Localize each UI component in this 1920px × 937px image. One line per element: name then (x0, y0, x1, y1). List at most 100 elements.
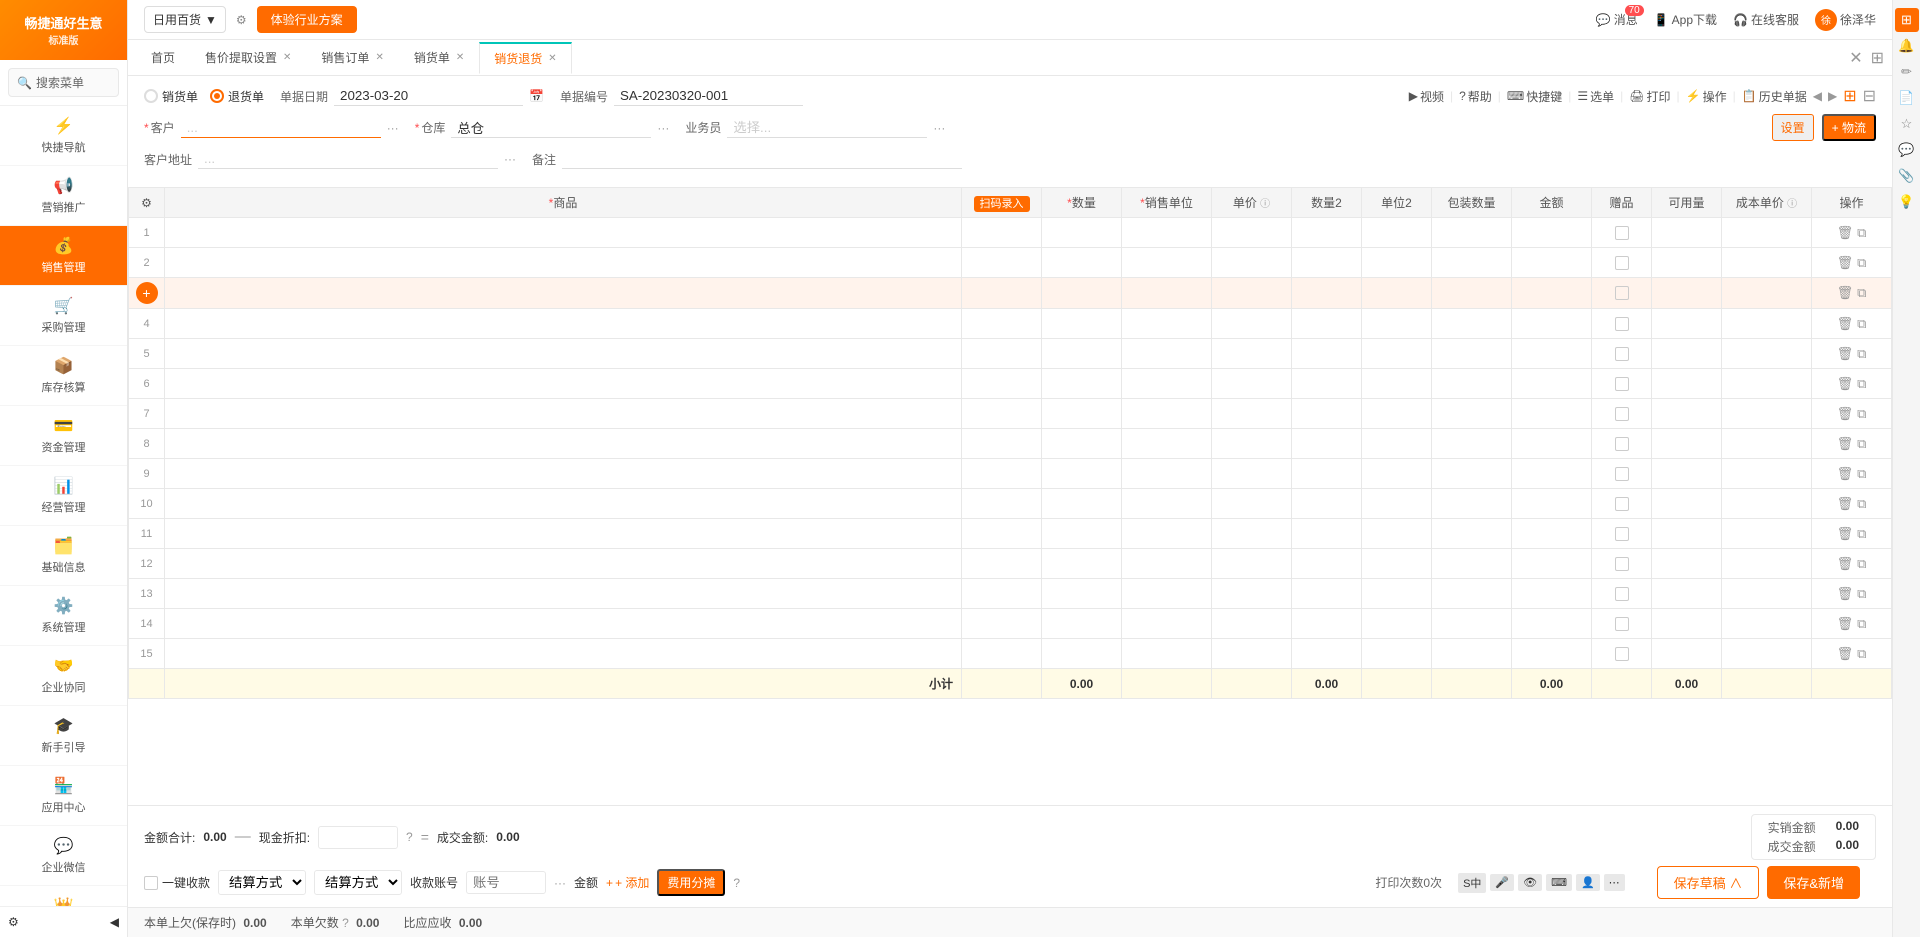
delete-icon[interactable]: 🗑 (1837, 285, 1854, 301)
save-new-button[interactable]: 保存&新增 (1767, 866, 1860, 899)
delete-icon[interactable]: 🗑 (1837, 436, 1854, 452)
sidebar-item-enterprise[interactable]: 🤝 企业协同 (0, 646, 127, 706)
logistics-button[interactable]: + 物流 (1822, 114, 1876, 141)
salesperson-input[interactable] (727, 118, 927, 138)
addr-more-icon[interactable]: ··· (504, 152, 516, 166)
sidebar-item-appstore[interactable]: 🏪 应用中心 (0, 766, 127, 826)
help-icon[interactable]: ? (406, 830, 413, 844)
select-btn[interactable]: ☰ 选单 (1577, 88, 1614, 105)
right-panel-bell-icon[interactable]: 🔔 (1895, 34, 1919, 58)
video-btn[interactable]: ▶ 视频 (1409, 88, 1444, 105)
shortcut-btn[interactable]: ⌨ 快捷键 (1507, 88, 1562, 105)
gift-checkbox[interactable] (1615, 407, 1629, 421)
product-cell[interactable] (165, 248, 962, 278)
radio-sales-delivery[interactable]: 销货单 (144, 88, 198, 105)
salesperson-more-icon[interactable]: ··· (933, 121, 945, 135)
copy-icon[interactable]: ⧉ (1857, 225, 1866, 241)
history-btn[interactable]: 📋 历史单据 (1742, 88, 1807, 105)
warehouse-more-icon[interactable]: ··· (657, 121, 669, 135)
save-draft-button[interactable]: 保存草稿 ∧ (1657, 866, 1760, 899)
online-service-button[interactable]: 🎧 在线客服 (1733, 11, 1799, 28)
tab-close-sales-return[interactable]: ✕ (548, 53, 556, 64)
sidebar-item-member[interactable]: 👑 畅会员 (0, 886, 127, 906)
company-dropdown[interactable]: 日用百货 ▼ (144, 6, 226, 33)
copy-icon[interactable]: ⧉ (1857, 466, 1866, 482)
tab-price-setting[interactable]: 售价提取设置 ✕ (190, 42, 306, 73)
card-view-icon[interactable]: ⊟ (1863, 86, 1876, 106)
right-panel-star-icon[interactable]: ☆ (1895, 112, 1919, 136)
copy-icon[interactable]: ⧉ (1857, 586, 1866, 602)
calculation-method-select[interactable]: 结算方式 (314, 870, 402, 895)
sidebar-item-inventory[interactable]: 📦 库存核算 (0, 346, 127, 406)
sidebar-item-operations[interactable]: 📊 经营管理 (0, 466, 127, 526)
sidebar-item-wechat[interactable]: 💬 企业微信 (0, 826, 127, 886)
add-row-cell[interactable]: + (129, 278, 165, 309)
gift-checkbox[interactable] (1615, 497, 1629, 511)
delete-icon[interactable]: 🗑 (1837, 225, 1854, 241)
sidebar-item-guide[interactable]: 🎓 新手引导 (0, 706, 127, 766)
right-panel-bulb-icon[interactable]: 💡 (1895, 190, 1919, 214)
settlement-method-select[interactable]: 结算方式 (218, 870, 306, 895)
right-panel-edit-icon[interactable]: ✏ (1895, 60, 1919, 84)
copy-icon[interactable]: ⧉ (1857, 616, 1866, 632)
gift-checkbox[interactable] (1615, 317, 1629, 331)
table-view-icon[interactable]: ⊞ (1843, 86, 1856, 106)
product-input[interactable] (171, 286, 955, 301)
operate-btn[interactable]: ⚡ 操作 (1686, 88, 1727, 105)
copy-icon[interactable]: ⧉ (1857, 316, 1866, 332)
account-input[interactable] (466, 871, 546, 894)
sidebar-item-finance[interactable]: 💳 资金管理 (0, 406, 127, 466)
delete-icon[interactable]: 🗑 (1837, 556, 1854, 572)
sidebar-item-system[interactable]: ⚙️ 系统管理 (0, 586, 127, 646)
tab-close-sales-delivery[interactable]: ✕ (456, 52, 464, 63)
setting-button[interactable]: 设置 (1772, 114, 1814, 141)
customer-addr-input[interactable] (198, 149, 498, 169)
right-panel-chat-icon[interactable]: 💬 (1895, 138, 1919, 162)
one-click-payment-checkbox[interactable]: 一键收款 (144, 874, 210, 891)
experience-button[interactable]: 体验行业方案 (257, 6, 357, 33)
help-icon-debt[interactable]: ? (342, 916, 349, 930)
copy-icon[interactable]: ⧉ (1857, 285, 1866, 301)
tab-sales-return[interactable]: 销货退货 ✕ (479, 42, 571, 74)
right-panel-doc-icon[interactable]: 📄 (1895, 86, 1919, 110)
gift-checkbox[interactable] (1615, 527, 1629, 541)
collapse-icon[interactable]: ◀ (110, 915, 119, 929)
search-menu-button[interactable]: 🔍 搜索菜单 (8, 68, 119, 97)
radio-return[interactable]: 退货单 (210, 88, 264, 105)
sidebar-item-marketing[interactable]: 📢 营销推广 (0, 166, 127, 226)
delete-icon[interactable]: 🗑 (1837, 255, 1854, 271)
copy-icon[interactable]: ⧉ (1857, 526, 1866, 542)
delete-icon[interactable]: 🗑 (1837, 466, 1854, 482)
gift-checkbox[interactable] (1615, 377, 1629, 391)
tab-home[interactable]: 首页 (136, 42, 190, 73)
col-settings[interactable]: ⚙ (129, 188, 165, 218)
gift-checkbox[interactable] (1615, 437, 1629, 451)
scan-btn[interactable]: 扫码录入 (974, 196, 1030, 212)
delete-icon[interactable]: 🗑 (1837, 526, 1854, 542)
user-profile[interactable]: 徐 徐泽华 (1815, 9, 1876, 31)
tab-sales-delivery[interactable]: 销货单 ✕ (399, 42, 479, 73)
print-btn[interactable]: 🖨 打印 (1629, 88, 1670, 105)
copy-icon[interactable]: ⧉ (1857, 255, 1866, 271)
nav-prev-icon[interactable]: ◀ (1813, 89, 1822, 103)
cash-discount-input[interactable] (318, 826, 398, 849)
calendar-icon[interactable]: 📅 (529, 89, 544, 103)
sidebar-item-sales[interactable]: 💰 销售管理 (0, 226, 127, 286)
tab-close-price-setting[interactable]: ✕ (283, 52, 291, 63)
messages-button[interactable]: 💬 消息 70 (1596, 11, 1638, 28)
tab-grid-icon[interactable]: ⊞ (1871, 48, 1884, 68)
right-panel-attach-icon[interactable]: 📎 (1895, 164, 1919, 188)
fee-split-button[interactable]: 费用分摊 (657, 869, 725, 896)
customer-more-icon[interactable]: ··· (387, 121, 399, 135)
sidebar-item-purchase[interactable]: 🛒 采购管理 (0, 286, 127, 346)
customer-input[interactable] (181, 118, 381, 138)
delete-icon[interactable]: 🗑 (1837, 616, 1854, 632)
copy-icon[interactable]: ⧉ (1857, 346, 1866, 362)
copy-icon[interactable]: ⧉ (1857, 646, 1866, 662)
tab-close-sales-order[interactable]: ✕ (375, 52, 383, 63)
gift-checkbox[interactable] (1615, 347, 1629, 361)
settings-gear-icon[interactable]: ⚙ (236, 13, 247, 27)
copy-icon[interactable]: ⧉ (1857, 376, 1866, 392)
remark-input[interactable] (562, 149, 962, 169)
fee-help-icon[interactable]: ? (733, 876, 740, 890)
